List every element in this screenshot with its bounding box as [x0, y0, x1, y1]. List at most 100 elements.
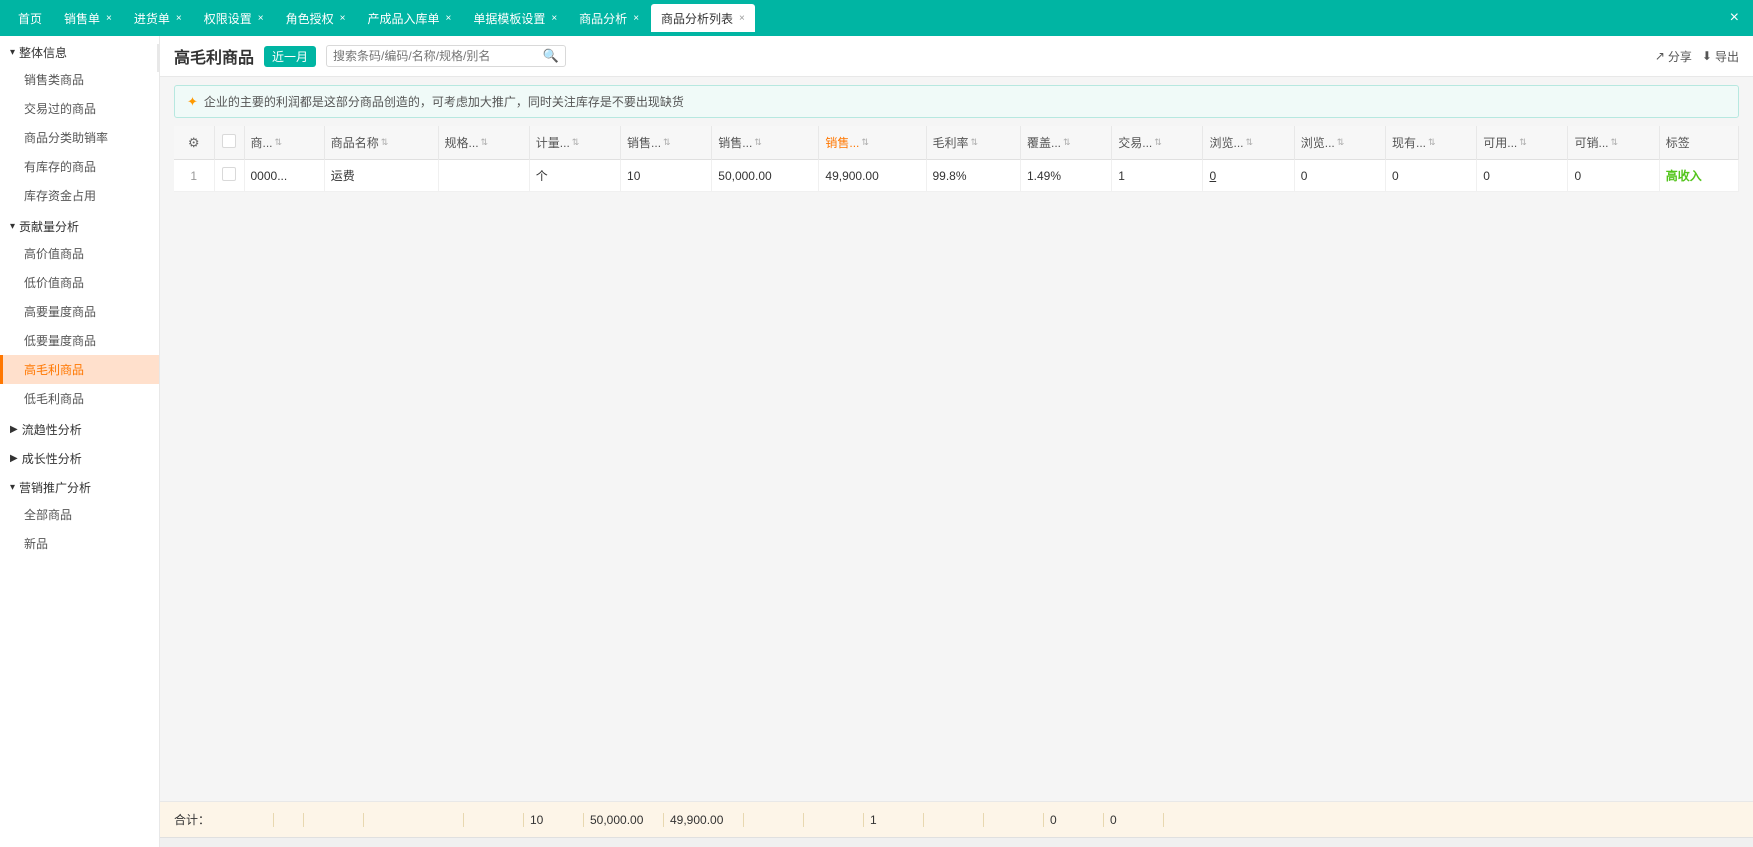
sort-icon-sales-qty[interactable]: ⇅ [663, 137, 671, 148]
sidebar-section-marketing[interactable]: ▾ 营销推广分析 [0, 471, 159, 500]
sidebar-item-stock-fund[interactable]: 库存资金占用 [0, 181, 159, 210]
tab-goods-analysis[interactable]: 商品分析 × [569, 4, 649, 32]
tab-close-sales-order[interactable]: × [106, 13, 112, 24]
sidebar-section-trend[interactable]: ▶ 流趋性分析 [0, 413, 159, 442]
sidebar-item-all-goods[interactable]: 全部商品 [0, 500, 159, 529]
tab-close-goods-analysis-list[interactable]: × [739, 13, 745, 24]
tab-sales-order[interactable]: 销售单 × [54, 4, 122, 32]
sidebar-item-high-margin[interactable]: 高毛利商品 [0, 355, 159, 384]
sidebar-item-sales-goods[interactable]: 销售类商品 [0, 65, 159, 94]
tab-close-product-warehouse[interactable]: × [445, 13, 451, 24]
sort-icon-unit[interactable]: ⇅ [572, 137, 580, 148]
export-icon: ⬇ [1702, 49, 1712, 63]
tab-template-settings[interactable]: 单据模板设置 × [463, 4, 567, 32]
cell-saleable: 0 [1568, 160, 1659, 192]
footer-cell-empty9 [984, 813, 1044, 827]
th-current: 现有...⇅ [1385, 126, 1476, 160]
cell-checkbox [214, 160, 244, 192]
tab-role-auth[interactable]: 角色授权 × [276, 4, 356, 32]
sort-icon-sales-amount[interactable]: ⇅ [754, 137, 762, 148]
sidebar-item-new-goods[interactable]: 新品 [0, 529, 159, 558]
th-sales-qty: 销售...⇅ [621, 126, 712, 160]
sidebar-collapse-button[interactable]: « [157, 44, 160, 72]
sort-icon-available[interactable]: ⇅ [1519, 137, 1527, 148]
search-input[interactable] [333, 49, 543, 63]
tab-home[interactable]: 首页 [8, 4, 52, 32]
sidebar-item-stock-goods[interactable]: 有库存的商品 [0, 152, 159, 181]
nav-close-all-button[interactable]: × [1724, 9, 1745, 27]
th-available: 可用...⇅ [1477, 126, 1568, 160]
sidebar-item-traded-goods[interactable]: 交易过的商品 [0, 94, 159, 123]
th-browse1: 浏览...⇅ [1203, 126, 1294, 160]
cell-unit: 个 [529, 160, 620, 192]
footer-cell-current: 0 [1044, 813, 1104, 827]
browse1-link[interactable]: 0 [1209, 169, 1216, 183]
section-arrow-growth: ▶ [10, 453, 18, 464]
tab-permission-settings[interactable]: 权限设置 × [194, 4, 274, 32]
sidebar-item-low-value[interactable]: 低价值商品 [0, 268, 159, 297]
sort-icon-browse1[interactable]: ⇅ [1246, 137, 1254, 148]
footer-summary: 合计： 10 50,000.00 49,900.00 1 0 0 [160, 801, 1753, 837]
tab-purchase-order[interactable]: 进货单 × [124, 4, 192, 32]
time-filter-button[interactable]: 近一月 [264, 46, 316, 67]
sort-icon-name[interactable]: ⇅ [381, 137, 389, 148]
tag-high-income: 高收入 [1666, 169, 1702, 183]
select-all-checkbox[interactable] [222, 134, 236, 148]
footer-cell-empty5 [464, 813, 524, 827]
cell-transaction: 1 [1112, 160, 1203, 192]
th-sales-amount: 销售...⇅ [712, 126, 819, 160]
sidebar-section-contribution[interactable]: ▾ 贡献量分析 [0, 210, 159, 239]
footer-label: 合计： [174, 811, 234, 828]
info-icon: ✦ [187, 94, 198, 110]
th-gross-margin: 毛利率⇅ [926, 126, 1020, 160]
sidebar-section-growth[interactable]: ▶ 成长性分析 [0, 442, 159, 471]
table-header-row: ⚙ 商...⇅ 商品名称⇅ 规格...⇅ [174, 126, 1739, 160]
tab-close-purchase-order[interactable]: × [176, 13, 182, 24]
header-actions: ↗ 分享 ⬇ 导出 [1655, 48, 1739, 65]
sidebar-item-low-margin[interactable]: 低毛利商品 [0, 384, 159, 413]
share-button[interactable]: ↗ 分享 [1655, 48, 1692, 65]
tab-close-role-auth[interactable]: × [340, 13, 346, 24]
row-checkbox[interactable] [222, 167, 236, 181]
th-code: 商...⇅ [244, 126, 324, 160]
sort-icon-gross-margin[interactable]: ⇅ [971, 137, 979, 148]
sidebar-item-category-rate[interactable]: 商品分类助销率 [0, 123, 159, 152]
sidebar-item-low-freq[interactable]: 低要量度商品 [0, 326, 159, 355]
main-layout: « ▾ 整体信息 销售类商品 交易过的商品 商品分类助销率 有库存的商品 库存资… [0, 36, 1753, 847]
settings-icon[interactable]: ⚙ [188, 135, 200, 150]
th-tag: 标签 [1659, 126, 1738, 160]
th-spec: 规格...⇅ [438, 126, 529, 160]
cell-sales-qty: 10 [621, 160, 712, 192]
cell-available: 0 [1477, 160, 1568, 192]
footer-cell-profit: 49,900.00 [664, 813, 744, 827]
sort-icon-spec[interactable]: ⇅ [481, 137, 489, 148]
footer-cell-empty7 [804, 813, 864, 827]
cell-gross-margin: 99.8% [926, 160, 1020, 192]
tab-close-template-settings[interactable]: × [551, 13, 557, 24]
sort-icon-saleable[interactable]: ⇅ [1611, 137, 1619, 148]
sidebar-section-overview[interactable]: ▾ 整体信息 [0, 36, 159, 65]
sidebar-item-high-value[interactable]: 高价值商品 [0, 239, 159, 268]
cell-coverage: 1.49% [1020, 160, 1111, 192]
section-arrow-contribution: ▾ [10, 221, 15, 232]
page-title: 高毛利商品 [174, 44, 254, 68]
tab-close-goods-analysis[interactable]: × [633, 13, 639, 24]
search-icon[interactable]: 🔍 [543, 48, 559, 64]
th-browse2: 浏览...⇅ [1294, 126, 1385, 160]
tab-product-warehouse[interactable]: 产成品入库单 × [357, 4, 461, 32]
sort-icon-browse2[interactable]: ⇅ [1337, 137, 1345, 148]
export-button[interactable]: ⬇ 导出 [1702, 48, 1739, 65]
sort-icon-sales-profit[interactable]: ⇅ [861, 137, 869, 148]
footer-cell-empty6 [744, 813, 804, 827]
bottom-scrollbar[interactable] [160, 837, 1753, 847]
sidebar: « ▾ 整体信息 销售类商品 交易过的商品 商品分类助销率 有库存的商品 库存资… [0, 36, 160, 847]
sidebar-item-high-freq[interactable]: 高要量度商品 [0, 297, 159, 326]
tab-close-permission-settings[interactable]: × [258, 13, 264, 24]
tab-goods-analysis-list[interactable]: 商品分析列表 × [651, 4, 755, 32]
cell-code: 0000... [244, 160, 324, 192]
sort-icon-current[interactable]: ⇅ [1428, 137, 1436, 148]
sort-icon-transaction[interactable]: ⇅ [1154, 137, 1162, 148]
sort-icon-coverage[interactable]: ⇅ [1063, 137, 1071, 148]
th-settings: ⚙ [174, 126, 214, 160]
sort-icon-code[interactable]: ⇅ [275, 137, 283, 148]
